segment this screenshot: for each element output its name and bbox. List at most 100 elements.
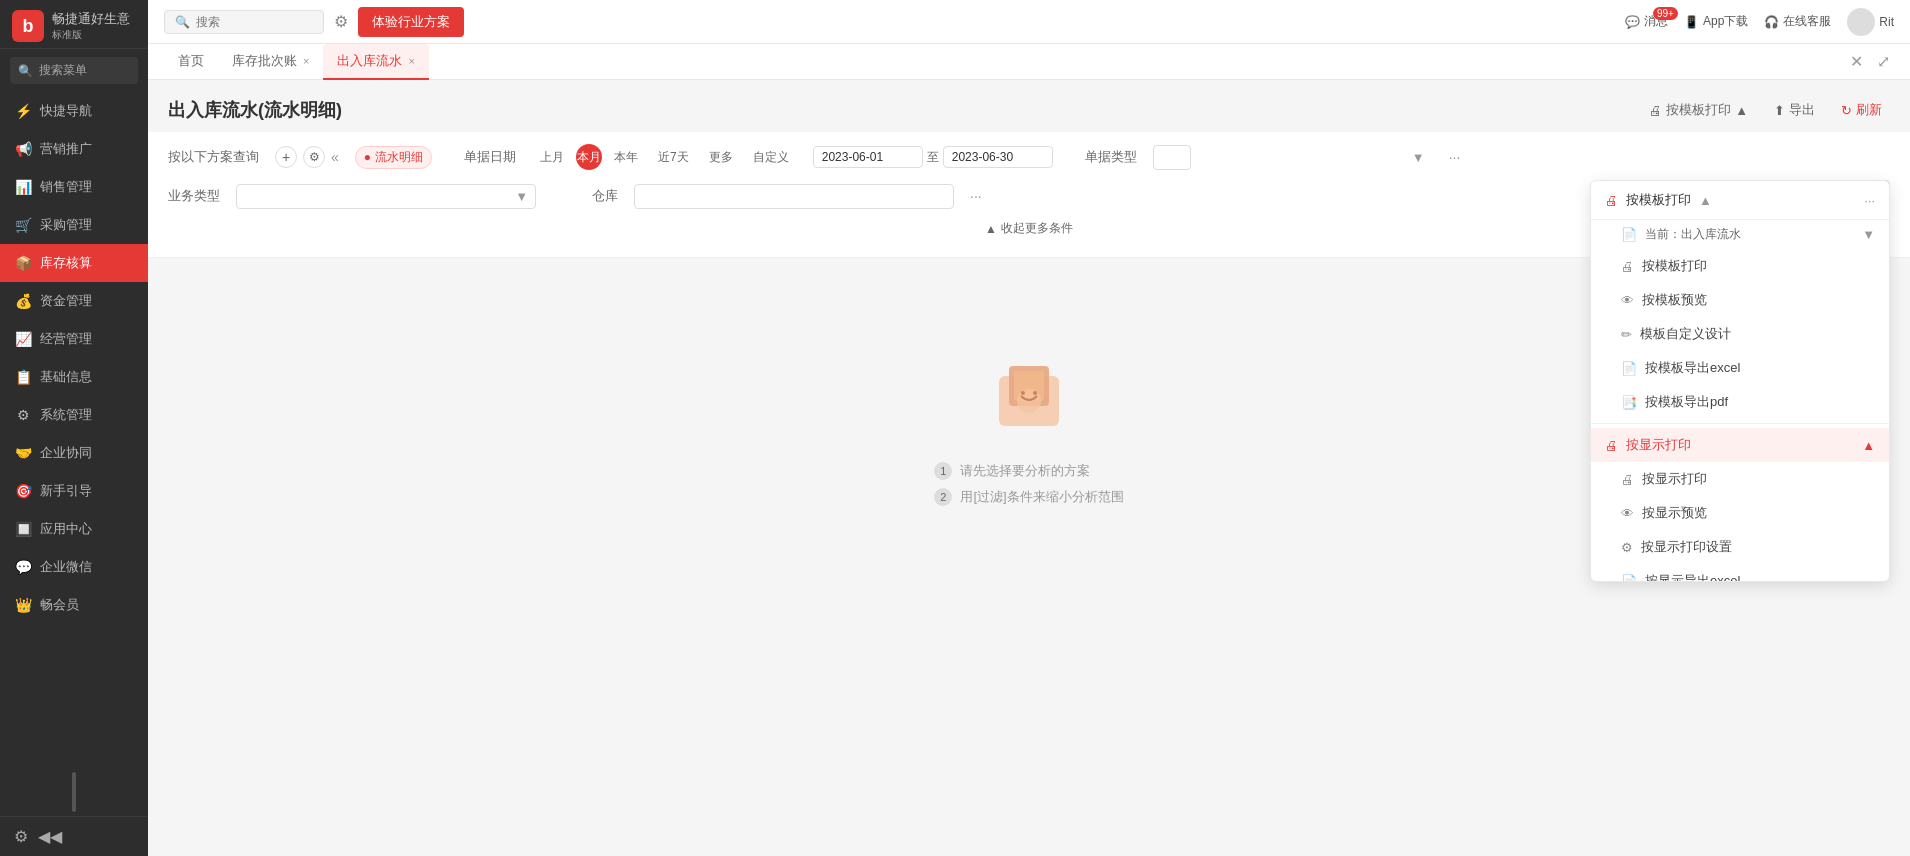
dropdown-current-template[interactable]: 📄 当前：出入库流水 ▼: [1591, 220, 1889, 249]
brand-name: 畅捷通好生意: [52, 10, 130, 28]
dropdown-display-chevron-icon[interactable]: ▲: [1862, 438, 1875, 453]
online-service-label: 在线客服: [1783, 13, 1831, 30]
date-tab-7days[interactable]: 近7天: [650, 147, 697, 168]
sidebar-item-member[interactable]: 👑 畅会员: [0, 586, 148, 624]
sidebar-item-label: 畅会员: [40, 596, 79, 614]
sidebar-item-marketing[interactable]: 📢 营销推广: [0, 130, 148, 168]
sidebar-item-inventory[interactable]: 📦 库存核算: [0, 244, 148, 282]
window-close-button[interactable]: ✕: [1846, 50, 1867, 73]
template-excel-label: 按模板导出excel: [1645, 359, 1740, 377]
template-custom-icon: ✏: [1621, 327, 1632, 342]
type-select[interactable]: [1153, 145, 1191, 170]
refresh-button[interactable]: ↻ 刷新: [1833, 96, 1890, 124]
sidebar-item-system[interactable]: ⚙ 系统管理: [0, 396, 148, 434]
sidebar-scrollbar[interactable]: [72, 772, 76, 812]
tab-flow-close[interactable]: ×: [408, 55, 414, 67]
warehouse-filter-label: 仓库: [592, 187, 618, 205]
sidebar-item-quick-nav[interactable]: ⚡ 快捷导航: [0, 92, 148, 130]
collapse-sidebar-icon[interactable]: ◀◀: [38, 827, 62, 846]
app-download-button[interactable]: 📱 App下载: [1684, 13, 1748, 30]
wechat-icon: 💬: [14, 558, 32, 576]
dropdown-print-icon: 🖨: [1605, 193, 1618, 208]
sidebar-item-collab[interactable]: 🤝 企业协同: [0, 434, 148, 472]
sidebar-item-app-center[interactable]: 🔲 应用中心: [0, 510, 148, 548]
dropdown-item-template-preview[interactable]: 👁 按模板预览: [1591, 283, 1889, 317]
template-custom-label: 模板自定义设计: [1640, 325, 1731, 343]
sidebar-item-finance[interactable]: 💰 资金管理: [0, 282, 148, 320]
date-tab-this-month[interactable]: 本月: [576, 144, 602, 170]
sidebar-nav: ⚡ 快捷导航 📢 营销推广 📊 销售管理 🛒 采购管理 📦 库存核算 💰 资金管…: [0, 92, 148, 768]
type-select-arrow-icon: ▼: [1412, 150, 1425, 165]
tab-batch-account-close[interactable]: ×: [303, 55, 309, 67]
tab-flow[interactable]: 出入库流水 ×: [323, 44, 428, 80]
tab-home[interactable]: 首页: [164, 44, 218, 80]
tab-batch-account[interactable]: 库存批次账 ×: [218, 44, 323, 80]
filter-collapse-left-icon[interactable]: «: [331, 149, 339, 165]
print-chevron-up-icon: ▲: [1735, 103, 1748, 118]
date-tab-last-month[interactable]: 上月: [532, 147, 572, 168]
display-excel-icon: 📄: [1621, 574, 1637, 582]
chevron-up-icon: ▲: [985, 222, 997, 236]
filter-tag-liushui[interactable]: ● 流水明细: [355, 146, 432, 169]
date-tab-this-year[interactable]: 本年: [606, 147, 646, 168]
search-menu-button[interactable]: 🔍 搜索菜单: [10, 57, 138, 84]
date-tab-custom[interactable]: 自定义: [745, 147, 797, 168]
dropdown-item-template-print[interactable]: 🖨 按模板打印: [1591, 249, 1889, 283]
warehouse-input[interactable]: [634, 184, 954, 209]
sidebar-item-guide[interactable]: 🎯 新手引导: [0, 472, 148, 510]
dropdown-item-display-print[interactable]: 🖨 按显示打印: [1591, 462, 1889, 496]
dropdown-item-template-custom[interactable]: ✏ 模板自定义设计: [1591, 317, 1889, 351]
type-more-button[interactable]: ···: [1449, 149, 1461, 165]
filter-setting-button[interactable]: ⚙: [303, 146, 325, 168]
dropdown-current-chevron-icon[interactable]: ▼: [1862, 227, 1875, 242]
sidebar-item-wechat[interactable]: 💬 企业微信: [0, 548, 148, 586]
display-preview-label: 按显示预览: [1642, 504, 1707, 522]
dropdown-chevron-up-icon[interactable]: ▲: [1699, 193, 1712, 208]
sidebar-search-area[interactable]: 🔍 搜索菜单: [0, 49, 148, 92]
display-preview-icon: 👁: [1621, 506, 1634, 521]
warehouse-more-button[interactable]: ···: [970, 188, 982, 204]
filter-add-button[interactable]: +: [275, 146, 297, 168]
settings-bottom-icon[interactable]: ⚙: [14, 827, 28, 846]
sidebar-item-purchase[interactable]: 🛒 采购管理: [0, 206, 148, 244]
sidebar-item-operations[interactable]: 📈 经营管理: [0, 320, 148, 358]
dropdown-section-display[interactable]: 🖨 按显示打印 ▲: [1591, 428, 1889, 462]
dropdown-item-display-settings[interactable]: ⚙ 按显示打印设置: [1591, 530, 1889, 564]
avatar[interactable]: [1847, 8, 1875, 36]
tip-num-1: 1: [934, 462, 952, 480]
topbar-search-input[interactable]: [196, 15, 296, 29]
sidebar-item-label: 基础信息: [40, 368, 92, 386]
date-from-input[interactable]: 2023-06-01: [813, 146, 923, 168]
message-icon: 💬: [1625, 15, 1640, 29]
biz-type-select[interactable]: [236, 184, 536, 209]
dropdown-item-display-excel[interactable]: 📄 按显示导出excel: [1591, 564, 1889, 581]
collapse-conditions-button[interactable]: ▲ 收起更多条件: [985, 220, 1073, 237]
topbar-gear-icon[interactable]: ⚙: [334, 12, 348, 31]
dropdown-item-display-preview[interactable]: 👁 按显示预览: [1591, 496, 1889, 530]
sidebar-item-basic[interactable]: 📋 基础信息: [0, 358, 148, 396]
message-button[interactable]: 💬 消息 99+: [1625, 13, 1668, 30]
dropdown-more-icon[interactable]: ···: [1864, 193, 1875, 208]
display-settings-icon: ⚙: [1621, 540, 1633, 555]
online-service-button[interactable]: 🎧 在线客服: [1764, 13, 1831, 30]
date-to-input[interactable]: 2023-06-30: [943, 146, 1053, 168]
dropdown-display-print-icon: 🖨: [1605, 438, 1618, 453]
print-button[interactable]: 🖨 按模板打印 ▲: [1641, 96, 1756, 124]
logo-area: b 畅捷通好生意 标准版: [0, 0, 148, 49]
printer-icon: 🖨: [1649, 103, 1662, 118]
industry-solution-button[interactable]: 体验行业方案: [358, 7, 464, 37]
template-print-label: 按模板打印: [1642, 257, 1707, 275]
date-filter-label: 单据日期: [464, 148, 516, 166]
user-avatar-area[interactable]: Rit: [1847, 8, 1894, 36]
sidebar-item-sales[interactable]: 📊 销售管理: [0, 168, 148, 206]
message-badge: 99+: [1653, 7, 1678, 20]
dropdown-item-template-pdf[interactable]: 📑 按模板导出pdf: [1591, 385, 1889, 419]
template-preview-icon: 👁: [1621, 293, 1634, 308]
window-maximize-button[interactable]: ⤢: [1873, 50, 1894, 73]
export-button[interactable]: ⬆ 导出: [1766, 96, 1823, 124]
template-pdf-label: 按模板导出pdf: [1645, 393, 1728, 411]
date-tab-more[interactable]: 更多: [701, 147, 741, 168]
topbar-search-area[interactable]: 🔍: [164, 10, 324, 34]
display-print-icon: 🖨: [1621, 472, 1634, 487]
dropdown-item-template-excel[interactable]: 📄 按模板导出excel: [1591, 351, 1889, 385]
